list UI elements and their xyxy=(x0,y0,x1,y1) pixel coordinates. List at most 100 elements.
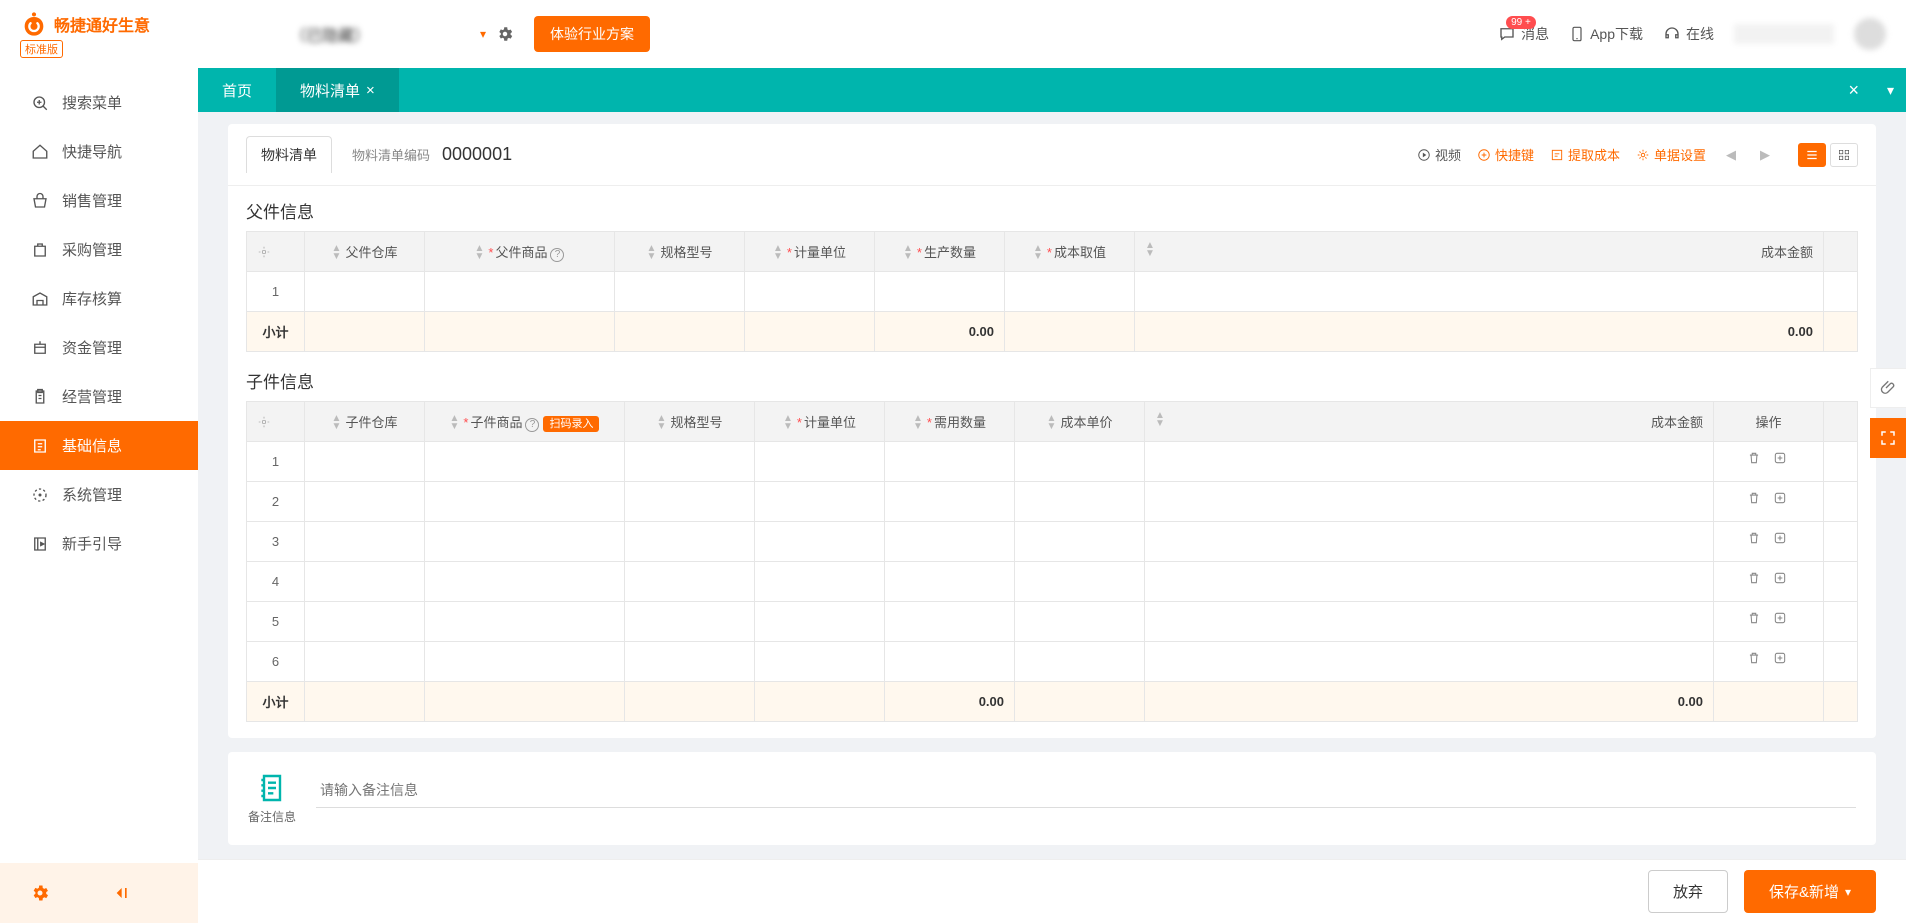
table-row[interactable]: 5 xyxy=(247,602,1858,642)
col-child-unit[interactable]: *计量单位 xyxy=(755,402,885,442)
col-parent-item[interactable]: *父件商品? xyxy=(425,232,615,272)
cell-child-warehouse[interactable] xyxy=(305,562,425,602)
cell-child-warehouse[interactable] xyxy=(305,642,425,682)
col-child-cost-amount[interactable]: 成本金额 xyxy=(1145,402,1714,442)
cell-child-req-qty[interactable] xyxy=(885,482,1015,522)
messages-button[interactable]: 99 + 消息 xyxy=(1498,24,1549,44)
add-row-icon[interactable] xyxy=(1773,451,1791,469)
col-child-item[interactable]: *子件商品?扫码录入 xyxy=(425,402,625,442)
remarks-input[interactable] xyxy=(316,772,1856,808)
cell-child-cost-amount[interactable] xyxy=(1145,442,1714,482)
shortcut-button[interactable]: 快捷键 xyxy=(1477,145,1534,164)
table-row[interactable]: 2 xyxy=(247,482,1858,522)
tab-bom[interactable]: 物料清单 × xyxy=(276,68,399,112)
cell-child-req-qty[interactable] xyxy=(885,602,1015,642)
cell-child-req-qty[interactable] xyxy=(885,522,1015,562)
add-row-icon[interactable] xyxy=(1773,651,1791,669)
fullscreen-toggle[interactable] xyxy=(1870,418,1906,458)
col-parent-cost-amount[interactable]: 成本金额 xyxy=(1135,232,1824,272)
table-row[interactable]: 1 xyxy=(247,272,1858,312)
online-service-button[interactable]: 在线 xyxy=(1663,24,1714,44)
cell-child-warehouse[interactable] xyxy=(305,482,425,522)
tab-home[interactable]: 首页 xyxy=(198,68,276,112)
sidebar-item-inventory[interactable]: 库存核算 xyxy=(0,274,198,323)
add-row-icon[interactable] xyxy=(1773,531,1791,549)
col-child-spec[interactable]: 规格型号 xyxy=(625,402,755,442)
scan-input-tag[interactable]: 扫码录入 xyxy=(543,416,599,432)
col-child-req-qty[interactable]: *需用数量 xyxy=(885,402,1015,442)
col-parent-qty[interactable]: *生产数量 xyxy=(875,232,1005,272)
cell-child-cost-amount[interactable] xyxy=(1145,522,1714,562)
col-parent-warehouse[interactable]: 父件仓库 xyxy=(305,232,425,272)
tenant-settings-icon[interactable] xyxy=(496,25,514,43)
cell-parent-unit[interactable] xyxy=(745,272,875,312)
next-doc-icon[interactable]: ▶ xyxy=(1756,147,1774,163)
cell-parent-item[interactable] xyxy=(425,272,615,312)
cell-child-unit-cost[interactable] xyxy=(1015,602,1145,642)
cell-child-item[interactable] xyxy=(425,482,625,522)
cell-child-unit-cost[interactable] xyxy=(1015,522,1145,562)
cell-child-cost-amount[interactable] xyxy=(1145,602,1714,642)
delete-row-icon[interactable] xyxy=(1747,451,1765,469)
sidebar-item-purchase[interactable]: 采购管理 xyxy=(0,225,198,274)
attachment-panel-toggle[interactable] xyxy=(1870,368,1906,408)
cell-child-spec[interactable] xyxy=(625,442,755,482)
sidebar-item-funds[interactable]: 资金管理 xyxy=(0,323,198,372)
cell-child-unit-cost[interactable] xyxy=(1015,442,1145,482)
delete-row-icon[interactable] xyxy=(1747,491,1765,509)
sidebar-item-system[interactable]: 系统管理 xyxy=(0,470,198,519)
cell-child-spec[interactable] xyxy=(625,482,755,522)
row-settings-header[interactable] xyxy=(247,402,305,442)
view-grid-icon[interactable] xyxy=(1830,143,1858,167)
sidebar-item-operations[interactable]: 经营管理 xyxy=(0,372,198,421)
doc-type-tab[interactable]: 物料清单 xyxy=(246,136,332,173)
cell-child-spec[interactable] xyxy=(625,562,755,602)
cell-parent-warehouse[interactable] xyxy=(305,272,425,312)
help-icon[interactable]: ? xyxy=(525,418,539,432)
cell-parent-spec[interactable] xyxy=(615,272,745,312)
cell-child-req-qty[interactable] xyxy=(885,442,1015,482)
cell-child-req-qty[interactable] xyxy=(885,642,1015,682)
row-settings-header[interactable] xyxy=(247,232,305,272)
video-help-button[interactable]: 视频 xyxy=(1417,145,1461,164)
table-row[interactable]: 6 xyxy=(247,642,1858,682)
table-row[interactable]: 3 xyxy=(247,522,1858,562)
cell-child-unit[interactable] xyxy=(755,482,885,522)
user-avatar[interactable] xyxy=(1854,18,1886,50)
add-row-icon[interactable] xyxy=(1773,491,1791,509)
extract-cost-button[interactable]: 提取成本 xyxy=(1550,145,1620,164)
tabs-more-icon[interactable]: ▾ xyxy=(1875,82,1906,99)
cell-child-unit-cost[interactable] xyxy=(1015,562,1145,602)
cell-child-warehouse[interactable] xyxy=(305,602,425,642)
table-row[interactable]: 4 xyxy=(247,562,1858,602)
collapse-sidebar-icon[interactable] xyxy=(110,883,130,903)
col-child-warehouse[interactable]: 子件仓库 xyxy=(305,402,425,442)
cell-child-spec[interactable] xyxy=(625,642,755,682)
sidebar-item-newbie-guide[interactable]: 新手引导 xyxy=(0,519,198,568)
cell-child-item[interactable] xyxy=(425,442,625,482)
cell-parent-cost-method[interactable] xyxy=(1005,272,1135,312)
cell-child-unit[interactable] xyxy=(755,442,885,482)
app-download-button[interactable]: App下载 xyxy=(1569,24,1643,44)
cell-child-cost-amount[interactable] xyxy=(1145,562,1714,602)
trial-industry-button[interactable]: 体验行业方案 xyxy=(534,16,650,52)
table-row[interactable]: 1 xyxy=(247,442,1858,482)
col-parent-cost-method[interactable]: *成本取值 xyxy=(1005,232,1135,272)
col-parent-spec[interactable]: 规格型号 xyxy=(615,232,745,272)
cell-child-spec[interactable] xyxy=(625,522,755,562)
cell-child-item[interactable] xyxy=(425,642,625,682)
prev-doc-icon[interactable]: ◀ xyxy=(1722,147,1740,163)
col-parent-unit[interactable]: *计量单位 xyxy=(745,232,875,272)
cell-child-spec[interactable] xyxy=(625,602,755,642)
cell-child-unit[interactable] xyxy=(755,522,885,562)
delete-row-icon[interactable] xyxy=(1747,531,1765,549)
col-child-unit-cost[interactable]: 成本单价 xyxy=(1015,402,1145,442)
sidebar-item-quick-nav[interactable]: 快捷导航 xyxy=(0,127,198,176)
add-row-icon[interactable] xyxy=(1773,571,1791,589)
doc-settings-button[interactable]: 单据设置 xyxy=(1636,145,1706,164)
cell-child-cost-amount[interactable] xyxy=(1145,642,1714,682)
user-name[interactable] xyxy=(1734,24,1834,44)
view-list-icon[interactable] xyxy=(1798,143,1826,167)
delete-row-icon[interactable] xyxy=(1747,651,1765,669)
cell-child-unit[interactable] xyxy=(755,602,885,642)
